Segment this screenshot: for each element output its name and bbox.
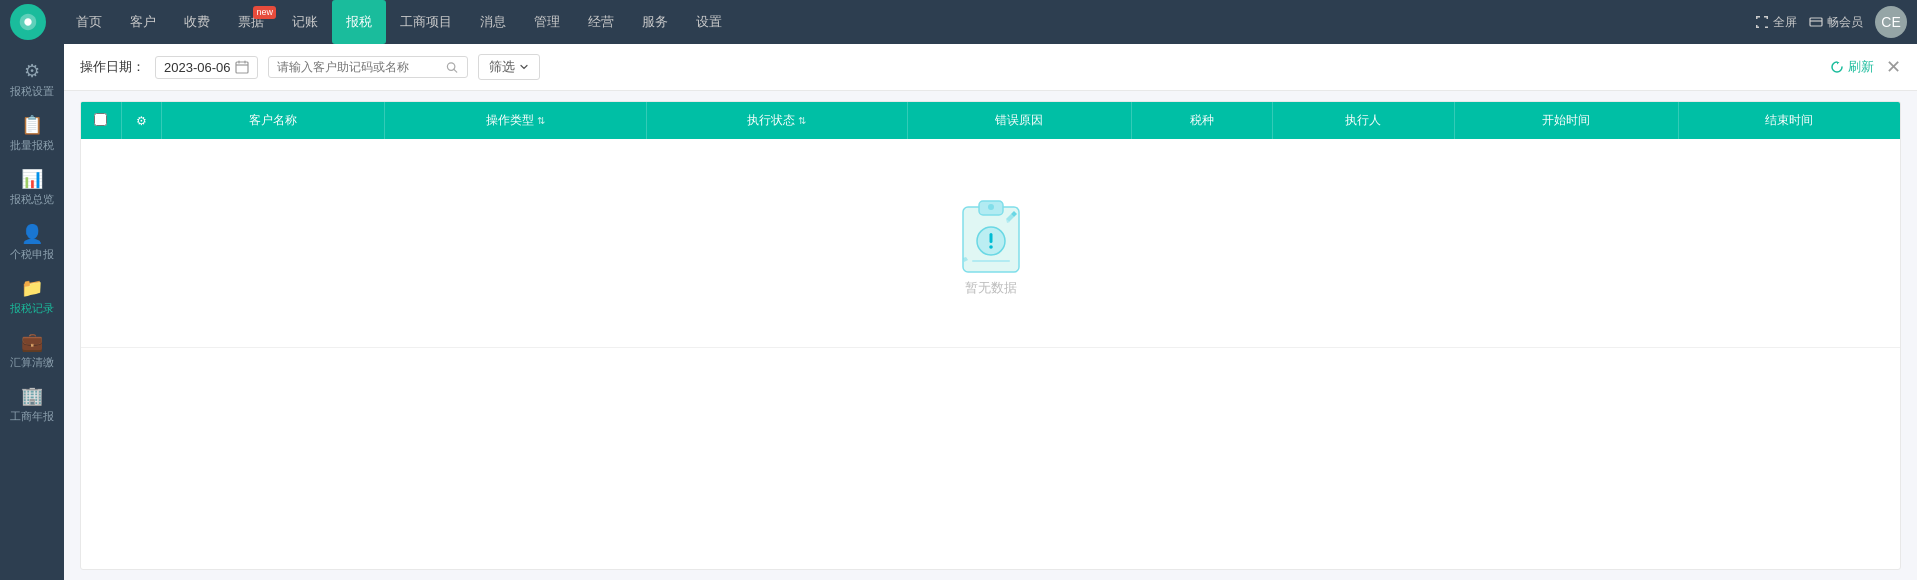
nav-item-票据[interactable]: 票据new <box>224 0 278 44</box>
data-table: ⚙ 客户名称操作类型⇅执行状态⇅错误原因税种执行人开始时间结束时间 <box>81 102 1900 348</box>
main-layout: ⚙ 报税设置 📋 批量报税 📊 报税总览 👤 个税申报 📁 报税记录 💼 汇算清缴 🏢 工商年报 操作日期… <box>0 44 1917 580</box>
empty-text: 暂无数据 <box>965 279 1017 297</box>
date-label: 操作日期： <box>80 58 145 76</box>
fullscreen-label: 全屏 <box>1773 14 1797 31</box>
empty-state-cell: 暂无数据 <box>81 139 1900 348</box>
th-error_reason: 错误原因 <box>907 102 1131 139</box>
search-box[interactable] <box>268 56 468 78</box>
sidebar-item-baoshuijilu[interactable]: 📁 报税记录 <box>0 269 64 323</box>
nav-item-收费[interactable]: 收费 <box>170 0 224 44</box>
empty-illustration <box>951 189 1031 279</box>
close-button[interactable]: ✕ <box>1886 58 1901 76</box>
nav-item-管理[interactable]: 管理 <box>520 0 574 44</box>
nav-item-服务[interactable]: 服务 <box>628 0 682 44</box>
huisuanjiao-icon: 💼 <box>21 331 43 353</box>
calendar-icon <box>235 60 249 74</box>
refresh-button[interactable]: 刷新 <box>1830 58 1874 76</box>
sidebar-item-huisuanjiao[interactable]: 💼 汇算清缴 <box>0 323 64 377</box>
nav-item-客户[interactable]: 客户 <box>116 0 170 44</box>
nav-item-记账[interactable]: 记账 <box>278 0 332 44</box>
baoshuishezhi-icon: ⚙ <box>21 60 43 82</box>
toolbar: 操作日期： 2023-06-06 筛选 <box>64 44 1917 91</box>
nav-item-首页[interactable]: 首页 <box>62 0 116 44</box>
top-nav-right: 全屏 畅会员 CE <box>1755 6 1907 38</box>
sidebar-item-baoshuishezhi[interactable]: ⚙ 报税设置 <box>0 52 64 106</box>
table-header: ⚙ 客户名称操作类型⇅执行状态⇅错误原因税种执行人开始时间结束时间 <box>81 102 1900 139</box>
svg-point-8 <box>989 245 993 249</box>
search-icon <box>446 61 458 74</box>
piliangbaoshui-label: 批量报税 <box>10 139 54 152</box>
nav-item-工商项目[interactable]: 工商项目 <box>386 0 466 44</box>
th-start_time: 开始时间 <box>1454 102 1678 139</box>
nav-items: 首页客户收费票据new记账报税工商项目消息管理经营服务设置 <box>62 0 1755 44</box>
th-tax_type: 税种 <box>1131 102 1272 139</box>
vip-button[interactable]: 畅会员 <box>1809 14 1863 31</box>
refresh-icon <box>1830 60 1844 74</box>
sidebar-item-geshuishenbao[interactable]: 👤 个税申报 <box>0 215 64 269</box>
huisuanjiao-label: 汇算清缴 <box>10 356 54 369</box>
gongshangnian-label: 工商年报 <box>10 410 54 423</box>
th-exec_status[interactable]: 执行状态⇅ <box>646 102 907 139</box>
date-picker[interactable]: 2023-06-06 <box>155 56 258 79</box>
select-all-checkbox[interactable] <box>94 113 107 126</box>
settings-icon[interactable]: ⚙ <box>136 114 147 128</box>
toolbar-right: 刷新 ✕ <box>1830 58 1901 76</box>
nav-item-设置[interactable]: 设置 <box>682 0 736 44</box>
th-end_time: 结束时间 <box>1678 102 1900 139</box>
sidebar-item-baoshuizonglan[interactable]: 📊 报税总览 <box>0 160 64 214</box>
nav-item-消息[interactable]: 消息 <box>466 0 520 44</box>
avatar-text: CE <box>1881 14 1900 30</box>
top-nav: 首页客户收费票据new记账报税工商项目消息管理经营服务设置 全屏 畅会员 CE <box>0 0 1917 44</box>
content: 操作日期： 2023-06-06 筛选 <box>64 44 1917 580</box>
chevron-down-icon <box>519 62 529 72</box>
fullscreen-button[interactable]: 全屏 <box>1755 14 1797 31</box>
baoshuishezhi-label: 报税设置 <box>10 85 54 98</box>
sidebar: ⚙ 报税设置 📋 批量报税 📊 报税总览 👤 个税申报 📁 报税记录 💼 汇算清缴 🏢 工商年报 <box>0 44 64 580</box>
th-executor: 执行人 <box>1272 102 1454 139</box>
table-body: 暂无数据 <box>81 139 1900 348</box>
sidebar-item-piliangbaoshui[interactable]: 📋 批量报税 <box>0 106 64 160</box>
empty-state-row: 暂无数据 <box>81 139 1900 348</box>
nav-badge-new: new <box>253 6 276 19</box>
th-settings: ⚙ <box>121 102 161 139</box>
geshuishenbao-icon: 👤 <box>21 223 43 245</box>
table-container: ⚙ 客户名称操作类型⇅执行状态⇅错误原因税种执行人开始时间结束时间 <box>80 101 1901 570</box>
baoshuijilu-label: 报税记录 <box>10 302 54 315</box>
sidebar-item-gongshangnian[interactable]: 🏢 工商年报 <box>0 377 64 431</box>
nav-item-报税[interactable]: 报税 <box>332 0 386 44</box>
date-value: 2023-06-06 <box>164 60 231 75</box>
baoshuizonglan-icon: 📊 <box>21 168 43 190</box>
svg-rect-1 <box>236 62 248 73</box>
sort-icon-operation_type: ⇅ <box>537 115 545 126</box>
gongshangnian-icon: 🏢 <box>21 385 43 407</box>
svg-rect-7 <box>989 233 992 243</box>
geshuishenbao-label: 个税申报 <box>10 248 54 261</box>
empty-state: 暂无数据 <box>89 149 1892 337</box>
search-input[interactable] <box>277 60 447 74</box>
filter-button[interactable]: 筛选 <box>478 54 540 80</box>
nav-item-经营[interactable]: 经营 <box>574 0 628 44</box>
baoshuizonglan-label: 报税总览 <box>10 193 54 206</box>
header-row: ⚙ 客户名称操作类型⇅执行状态⇅错误原因税种执行人开始时间结束时间 <box>81 102 1900 139</box>
sort-icon-exec_status: ⇅ <box>798 115 806 126</box>
svg-point-5 <box>988 204 994 210</box>
refresh-label: 刷新 <box>1848 58 1874 76</box>
th-client_name: 客户名称 <box>161 102 385 139</box>
logo[interactable] <box>10 4 46 40</box>
baoshuijilu-icon: 📁 <box>21 277 43 299</box>
piliangbaoshui-icon: 📋 <box>21 114 43 136</box>
filter-label: 筛选 <box>489 58 515 76</box>
th-checkbox <box>81 102 121 139</box>
th-operation_type[interactable]: 操作类型⇅ <box>385 102 646 139</box>
vip-label: 畅会员 <box>1827 14 1863 31</box>
avatar[interactable]: CE <box>1875 6 1907 38</box>
svg-rect-0 <box>1810 18 1822 26</box>
